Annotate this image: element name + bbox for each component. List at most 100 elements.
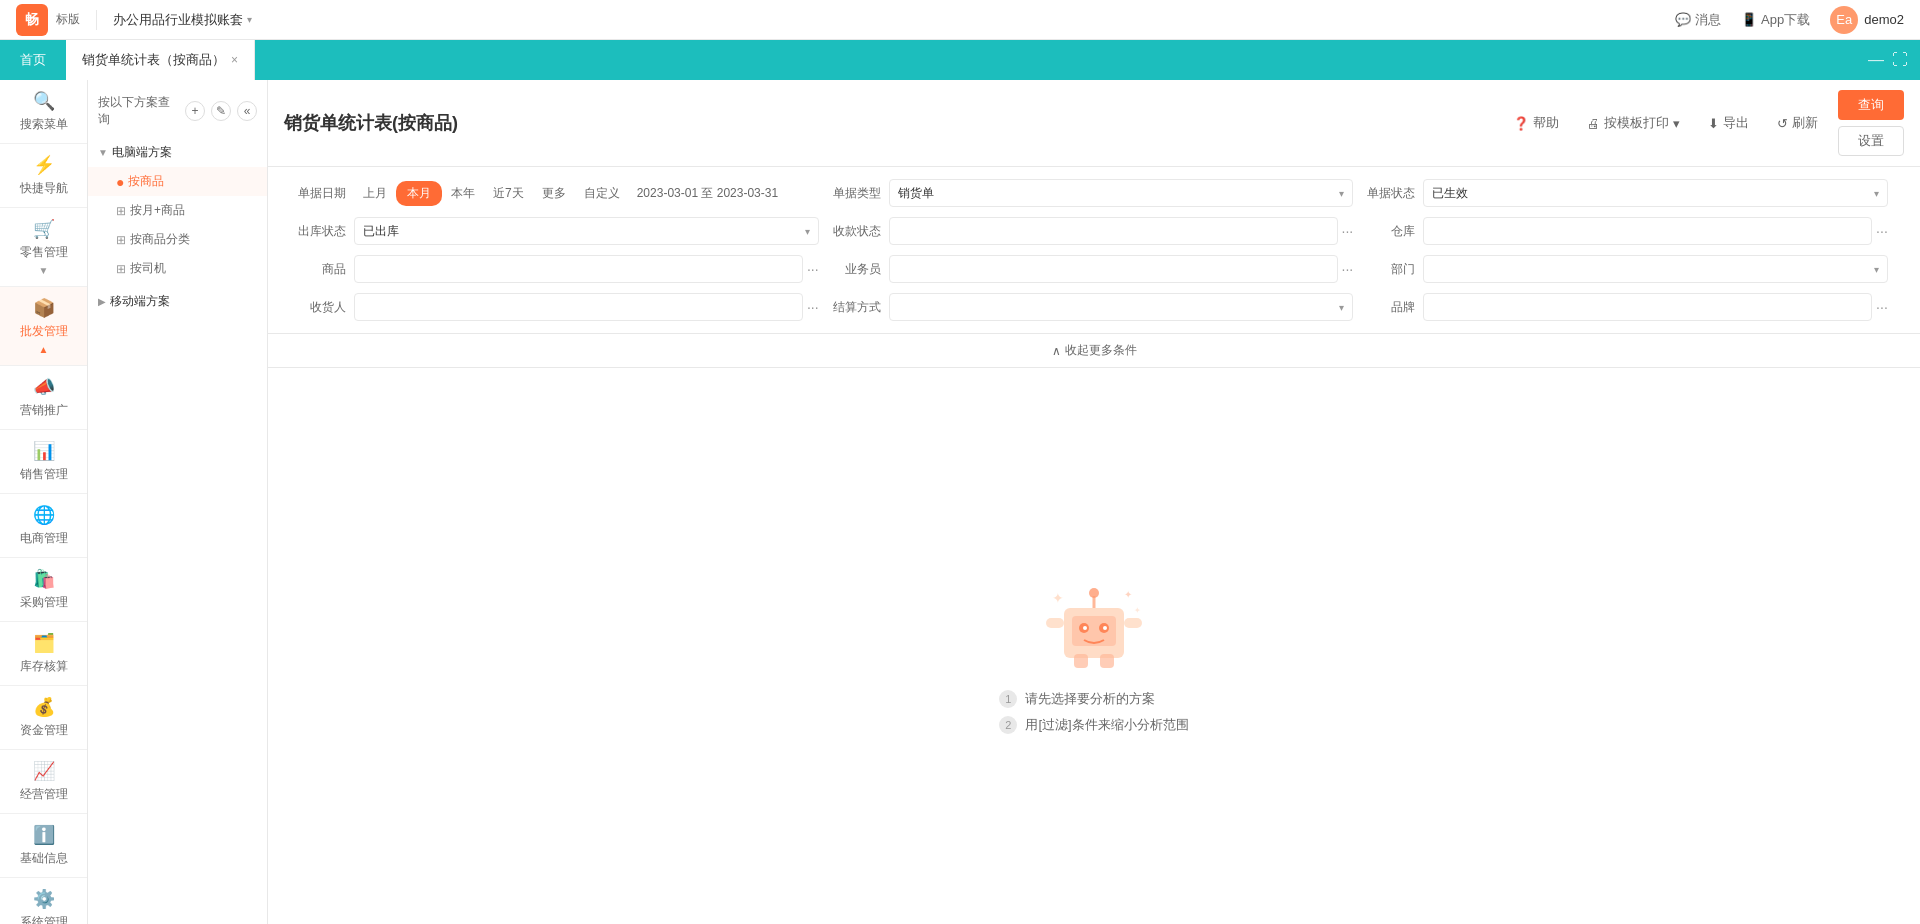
- sidebar-label-operation: 经营管理: [20, 786, 68, 803]
- filter-row-4: 收货人 ··· 结算方式 ▾: [284, 293, 1904, 321]
- sidebar-item-purchase[interactable]: 🛍️ 采购管理: [0, 558, 87, 622]
- sidebar-item-basic[interactable]: ℹ️ 基础信息: [0, 814, 87, 878]
- staff-select[interactable]: [889, 255, 1338, 283]
- logo-icon: 畅: [16, 4, 48, 36]
- purchase-icon: 🛍️: [33, 568, 55, 590]
- receiver-dots[interactable]: ···: [807, 299, 819, 315]
- date-btn-this-month[interactable]: 本月: [396, 181, 442, 206]
- scheme-item-label-3: 按司机: [130, 260, 166, 277]
- page-title: 销货单统计表(按商品): [284, 111, 458, 135]
- goods-select[interactable]: [354, 255, 803, 283]
- out-arrow: ▾: [805, 226, 810, 237]
- brand-content: ···: [1423, 293, 1888, 321]
- date-btn-prev-month[interactable]: 上月: [354, 181, 396, 206]
- staff-dots[interactable]: ···: [1342, 261, 1354, 277]
- sidebar-item-marketing[interactable]: 📣 营销推广: [0, 366, 87, 430]
- app-selector[interactable]: 办公用品行业模拟账套 ▾: [113, 11, 252, 29]
- sidebar-item-inventory[interactable]: 🗂️ 库存核算: [0, 622, 87, 686]
- message-btn[interactable]: 💬 消息: [1675, 11, 1721, 29]
- scheme-item-active-icon: ●: [116, 174, 124, 190]
- top-bar: 畅 标版 办公用品行业模拟账套 ▾ 💬 消息 📱 App下载 Ea demo2: [0, 0, 1920, 40]
- settings-btn[interactable]: 设置: [1838, 126, 1904, 156]
- print-dropdown-arrow[interactable]: ▾: [1673, 116, 1680, 131]
- filter-cell-out: 出库状态 已出库 ▾: [284, 217, 819, 245]
- warehouse-dots[interactable]: ···: [1876, 223, 1888, 239]
- print-btn[interactable]: 🖨 按模板打印 ▾: [1579, 110, 1688, 136]
- svg-point-5: [1103, 626, 1107, 630]
- app-download-btn[interactable]: 📱 App下载: [1741, 11, 1810, 29]
- dept-select[interactable]: ▾: [1423, 255, 1888, 283]
- svg-text:✦: ✦: [1052, 590, 1064, 606]
- date-btn-custom[interactable]: 自定义: [575, 181, 629, 206]
- tip-2-num: 2: [999, 716, 1017, 734]
- pay-label: 收款状态: [819, 223, 889, 240]
- pay-method-select[interactable]: ▾: [889, 293, 1354, 321]
- out-select[interactable]: 已出库 ▾: [354, 217, 819, 245]
- query-btn[interactable]: 查询: [1838, 90, 1904, 120]
- svg-point-4: [1083, 626, 1087, 630]
- receiver-select[interactable]: [354, 293, 803, 321]
- filter-row-2: 出库状态 已出库 ▾ 收款状态: [284, 217, 1904, 245]
- search-menu-icon: 🔍: [33, 90, 55, 112]
- scheme-edit-btn[interactable]: ✎: [211, 101, 231, 121]
- sidebar-label-purchase: 采购管理: [20, 594, 68, 611]
- filter-row-1: 单据日期 上月 本月 本年 近7天 更多 自定义 2023-03-01 至 20…: [284, 179, 1904, 207]
- date-filter: 上月 本月 本年 近7天 更多 自定义 2023-03-01 至 2023-03…: [354, 181, 778, 206]
- wholesale-icon: 📦: [33, 297, 55, 319]
- refresh-btn[interactable]: ↺ 刷新: [1769, 110, 1826, 136]
- brand-label: 品牌: [1353, 299, 1423, 316]
- status-arrow: ▾: [1874, 188, 1879, 199]
- date-btn-more[interactable]: 更多: [533, 181, 575, 206]
- scheme-group-desktop-header[interactable]: ▼ 电脑端方案: [88, 138, 267, 167]
- sidebar-item-operation[interactable]: 📈 经营管理: [0, 750, 87, 814]
- tab-close-btn[interactable]: ×: [231, 53, 238, 67]
- sidebar-item-finance[interactable]: 💰 资金管理: [0, 686, 87, 750]
- sidebar-item-ecommerce[interactable]: 🌐 电商管理: [0, 494, 87, 558]
- scheme-add-btn[interactable]: +: [185, 101, 205, 121]
- date-range: 2023-03-01 至 2023-03-31: [637, 185, 778, 202]
- tab-collapse-btn[interactable]: —: [1868, 51, 1884, 69]
- scheme-collapse-btn[interactable]: «: [237, 101, 257, 121]
- scheme-item-by-month-goods[interactable]: ⊞ 按月+商品: [88, 196, 267, 225]
- quick-nav-icon: ⚡: [33, 154, 55, 176]
- collapse-bar[interactable]: ∧ 收起更多条件: [268, 334, 1920, 368]
- type-select[interactable]: 销货单 ▾: [889, 179, 1354, 207]
- tab-active[interactable]: 销货单统计表（按商品） ×: [66, 40, 255, 80]
- scheme-item-by-goods[interactable]: ● 按商品: [88, 167, 267, 196]
- scheme-item-by-driver[interactable]: ⊞ 按司机: [88, 254, 267, 283]
- sidebar-item-sales[interactable]: 📊 销售管理: [0, 430, 87, 494]
- scheme-group-mobile-header[interactable]: ▶ 移动端方案: [88, 287, 267, 316]
- marketing-icon: 📣: [33, 376, 55, 398]
- date-btn-this-year[interactable]: 本年: [442, 181, 484, 206]
- status-value: 已生效: [1432, 185, 1874, 202]
- user-area[interactable]: Ea demo2: [1830, 6, 1904, 34]
- warehouse-select[interactable]: [1423, 217, 1872, 245]
- help-btn[interactable]: ❓ 帮助: [1505, 110, 1567, 136]
- sidebar-item-search-menu[interactable]: 🔍 搜索菜单: [0, 80, 87, 144]
- scheme-item-icon-3: ⊞: [116, 262, 126, 276]
- export-btn[interactable]: ⬇ 导出: [1700, 110, 1757, 136]
- sidebar-item-wholesale[interactable]: 📦 批发管理 ▲: [0, 287, 87, 366]
- brand-name: 标版: [56, 11, 80, 28]
- tab-expand-btn[interactable]: ⛶: [1892, 51, 1908, 69]
- goods-dots[interactable]: ···: [807, 261, 819, 277]
- status-select[interactable]: 已生效 ▾: [1423, 179, 1888, 207]
- scheme-item-by-category[interactable]: ⊞ 按商品分类: [88, 225, 267, 254]
- sidebar-item-system[interactable]: ⚙️ 系统管理: [0, 878, 87, 924]
- brand-dots[interactable]: ···: [1876, 299, 1888, 315]
- goods-content: ···: [354, 255, 819, 283]
- dept-label: 部门: [1353, 261, 1423, 278]
- pay-select[interactable]: [889, 217, 1338, 245]
- date-btn-7days[interactable]: 近7天: [484, 181, 533, 206]
- scheme-group-label: 电脑端方案: [112, 144, 172, 161]
- brand-select[interactable]: [1423, 293, 1872, 321]
- pay-dots[interactable]: ···: [1342, 223, 1354, 239]
- main-panel: 销货单统计表(按商品) ❓ 帮助 🖨 按模板打印 ▾ ⬇: [268, 80, 1920, 924]
- sidebar: 🔍 搜索菜单 ⚡ 快捷导航 🛒 零售管理 ▼ 📦 批发管理 ▲ 📣 营销推广 📊…: [0, 80, 88, 924]
- sidebar-label-wholesale: 批发管理: [20, 323, 68, 340]
- sidebar-item-retail[interactable]: 🛒 零售管理 ▼: [0, 208, 87, 287]
- tab-home[interactable]: 首页: [0, 40, 66, 80]
- sidebar-item-quick-nav[interactable]: ⚡ 快捷导航: [0, 144, 87, 208]
- svg-rect-1: [1072, 616, 1116, 646]
- filter-cell-dept: 部门 ▾: [1353, 255, 1888, 283]
